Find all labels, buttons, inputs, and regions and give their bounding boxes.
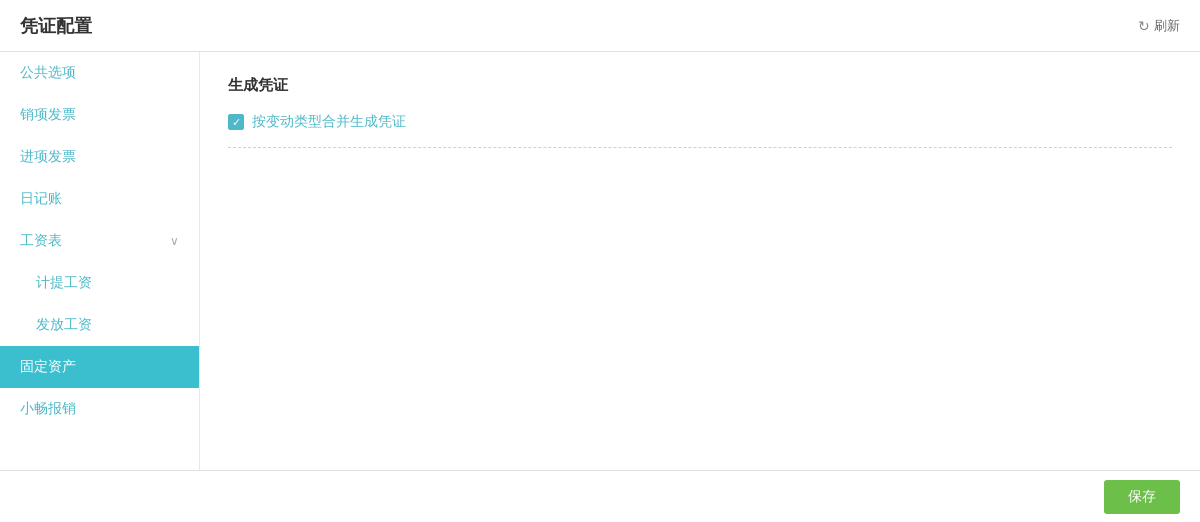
- sidebar-item-public-options[interactable]: 公共选项: [0, 52, 199, 94]
- merge-checkbox-label[interactable]: 按变动类型合并生成凭证: [252, 113, 406, 131]
- sidebar-item-label: 工资表: [20, 232, 62, 250]
- refresh-label: 刷新: [1154, 17, 1180, 35]
- sidebar: 公共选项 销项发票 进项发票 日记账 工资表 ∨ 计提工资 发放工资 固定资: [0, 52, 200, 470]
- section-title: 生成凭证: [228, 76, 1172, 95]
- sidebar-item-label: 固定资产: [20, 358, 76, 376]
- sidebar-item-journal[interactable]: 日记账: [0, 178, 199, 220]
- footer: 保存: [0, 470, 1200, 522]
- section-divider: [228, 147, 1172, 148]
- sidebar-item-fixed-assets[interactable]: 固定资产: [0, 346, 199, 388]
- sidebar-item-purchase-invoice[interactable]: 进项发票: [0, 136, 199, 178]
- header: 凭证配置 ↻ 刷新: [0, 0, 1200, 52]
- page-wrapper: 凭证配置 ↻ 刷新 公共选项 销项发票 进项发票 日记账 工资表 ∨: [0, 0, 1200, 522]
- page-title: 凭证配置: [20, 14, 92, 38]
- sidebar-item-label: 公共选项: [20, 64, 76, 82]
- content-area: 公共选项 销项发票 进项发票 日记账 工资表 ∨ 计提工资 发放工资 固定资: [0, 52, 1200, 470]
- sidebar-item-accrual-salary[interactable]: 计提工资: [0, 262, 199, 304]
- sidebar-item-pay-salary[interactable]: 发放工资: [0, 304, 199, 346]
- sidebar-item-label: 销项发票: [20, 106, 76, 124]
- refresh-icon: ↻: [1138, 18, 1150, 34]
- sidebar-item-label: 发放工资: [36, 316, 92, 334]
- sidebar-item-payroll-table[interactable]: 工资表 ∨: [0, 220, 199, 262]
- sidebar-item-sales-invoice[interactable]: 销项发票: [0, 94, 199, 136]
- save-button[interactable]: 保存: [1104, 480, 1180, 514]
- sidebar-item-label: 进项发票: [20, 148, 76, 166]
- checkbox-row: 按变动类型合并生成凭证: [228, 113, 1172, 131]
- merge-checkbox[interactable]: [228, 114, 244, 130]
- sidebar-item-expense-report[interactable]: 小畅报销: [0, 388, 199, 430]
- chevron-down-icon: ∨: [170, 234, 179, 248]
- refresh-button[interactable]: ↻ 刷新: [1138, 17, 1180, 35]
- sidebar-item-label: 计提工资: [36, 274, 92, 292]
- sidebar-item-label: 小畅报销: [20, 400, 76, 418]
- sidebar-item-label: 日记账: [20, 190, 62, 208]
- main-content: 生成凭证 按变动类型合并生成凭证: [200, 52, 1200, 470]
